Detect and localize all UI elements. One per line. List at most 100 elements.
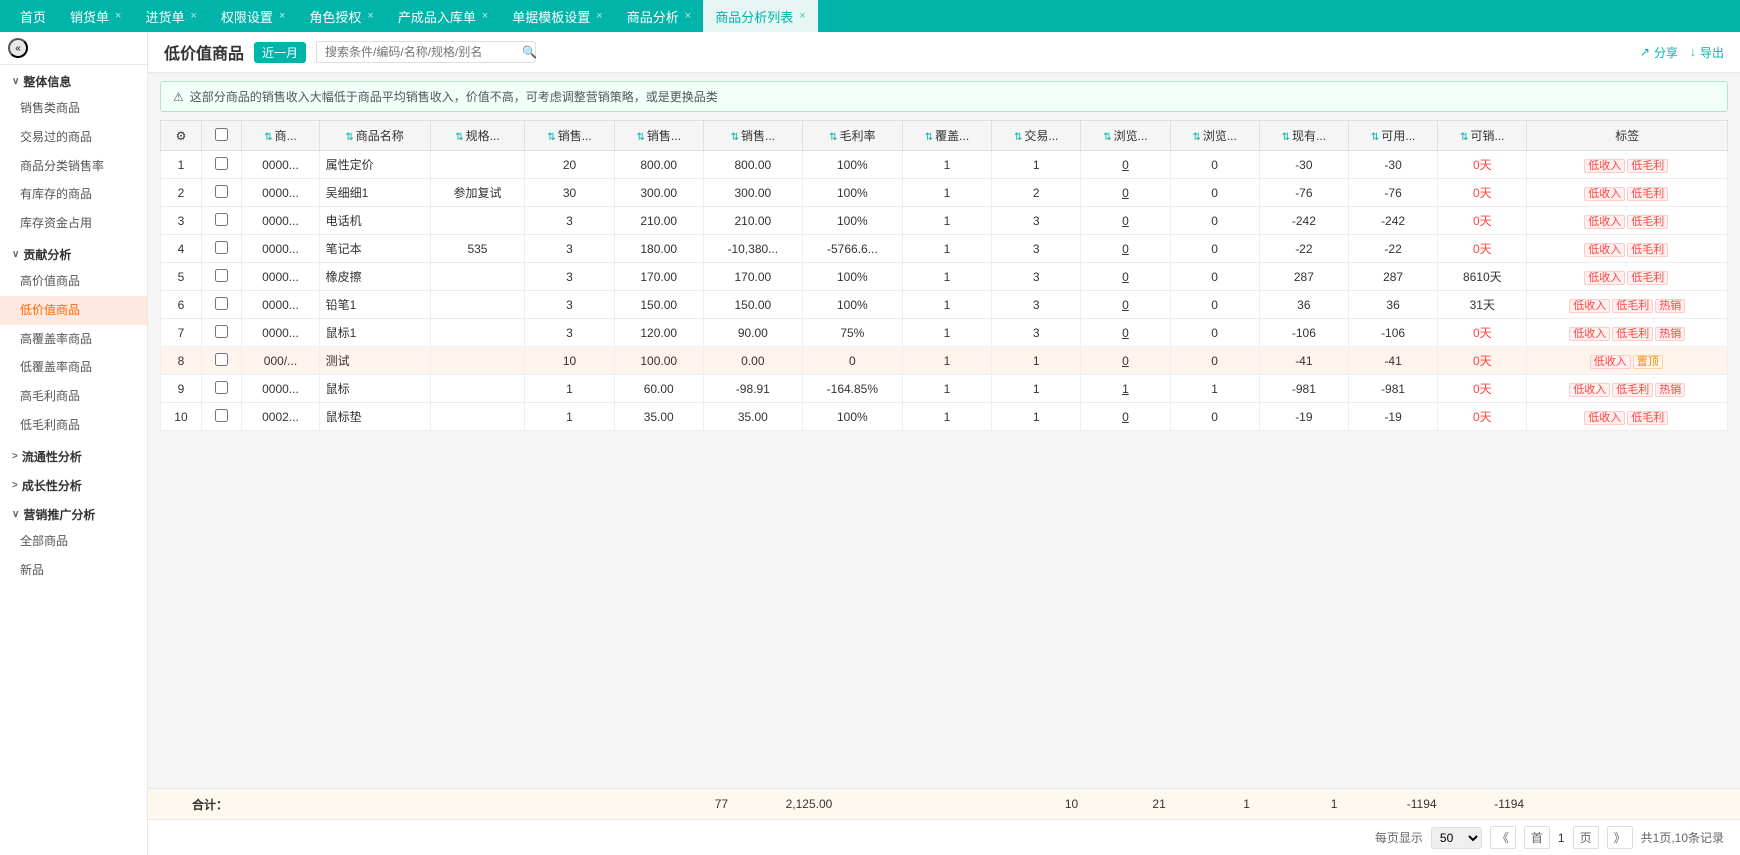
- export-button[interactable]: ↓ 导出: [1690, 44, 1724, 61]
- sidebar-item-销售类商品[interactable]: 销售类商品: [0, 94, 147, 123]
- nav-close-icon[interactable]: ×: [115, 10, 121, 22]
- row-select-checkbox[interactable]: [215, 213, 228, 226]
- nav-close-icon[interactable]: ×: [367, 10, 373, 22]
- sidebar-group-流通性分析[interactable]: > 流通性分析: [0, 440, 147, 469]
- tag-label: 低收入: [1584, 215, 1625, 229]
- sale-cost-col[interactable]: ⇅销售...: [703, 121, 802, 151]
- row-name: 测试: [319, 347, 430, 375]
- nav-close-icon[interactable]: ×: [685, 10, 691, 22]
- row-checkbox[interactable]: [201, 179, 241, 207]
- sidebar-group-整体信息[interactable]: ∨ 整体信息: [0, 65, 147, 94]
- row-browse1[interactable]: 0: [1081, 151, 1170, 179]
- sale-amount-col[interactable]: ⇅销售...: [614, 121, 703, 151]
- row-browse1[interactable]: 0: [1081, 319, 1170, 347]
- row-code: 0000...: [242, 151, 319, 179]
- row-spec: [430, 403, 525, 431]
- available-col[interactable]: ⇅可用...: [1348, 121, 1437, 151]
- current-stock-col[interactable]: ⇅现有...: [1259, 121, 1348, 151]
- row-name: 鼠标: [319, 375, 430, 403]
- row-checkbox[interactable]: [201, 235, 241, 263]
- row-select-checkbox[interactable]: [215, 353, 228, 366]
- nav-item-角色授权[interactable]: 角色授权×: [297, 0, 385, 32]
- cover-col[interactable]: ⇅覆盖...: [902, 121, 991, 151]
- gross-rate-col[interactable]: ⇅毛利率: [802, 121, 902, 151]
- last-page-button[interactable]: 》: [1607, 826, 1633, 849]
- nav-close-icon[interactable]: ×: [799, 10, 805, 22]
- nav-item-单据模板设置[interactable]: 单据模板设置×: [500, 0, 614, 32]
- browse2-col[interactable]: ⇅浏览...: [1170, 121, 1259, 151]
- nav-close-icon[interactable]: ×: [190, 10, 196, 22]
- sidebar-item-库存资金占用[interactable]: 库存资金占用: [0, 209, 147, 238]
- first-page-button[interactable]: 《: [1490, 826, 1516, 849]
- nav-item-商品分析[interactable]: 商品分析×: [615, 0, 703, 32]
- share-button[interactable]: ↗ 分享: [1640, 44, 1678, 61]
- row-select-checkbox[interactable]: [215, 325, 228, 338]
- prev-page-button[interactable]: 首: [1524, 826, 1550, 849]
- nav-item-首页[interactable]: 首页: [8, 0, 58, 32]
- name-col[interactable]: ⇅商品名称: [319, 121, 430, 151]
- nav-close-icon[interactable]: ×: [596, 10, 602, 22]
- row-select-checkbox[interactable]: [215, 269, 228, 282]
- sidebar-collapse-button[interactable]: «: [8, 38, 28, 58]
- row-select-checkbox[interactable]: [215, 409, 228, 422]
- select-all-checkbox[interactable]: [215, 128, 228, 141]
- sidebar-group-营销推广分析[interactable]: ∨ 营销推广分析: [0, 498, 147, 527]
- sidebar-item-高毛利商品[interactable]: 高毛利商品: [0, 382, 147, 411]
- row-checkbox[interactable]: [201, 207, 241, 235]
- row-browse1[interactable]: 0: [1081, 263, 1170, 291]
- row-browse1[interactable]: 1: [1081, 375, 1170, 403]
- row-checkbox[interactable]: [201, 319, 241, 347]
- row-select-checkbox[interactable]: [215, 185, 228, 198]
- row-browse1[interactable]: 0: [1081, 207, 1170, 235]
- sidebar-item-高覆盖率商品[interactable]: 高覆盖率商品: [0, 325, 147, 354]
- sidebar-item-新品[interactable]: 新品: [0, 556, 147, 585]
- checkbox-col[interactable]: [201, 121, 241, 151]
- code-col[interactable]: ⇅商...: [242, 121, 319, 151]
- row-browse1[interactable]: 0: [1081, 235, 1170, 263]
- search-icon[interactable]: 🔍: [522, 45, 537, 59]
- row-select-checkbox[interactable]: [215, 241, 228, 254]
- browse1-col[interactable]: ⇅浏览...: [1081, 121, 1170, 151]
- nav-close-icon[interactable]: ×: [279, 10, 285, 22]
- spec-col[interactable]: ⇅规格...: [430, 121, 525, 151]
- nav-close-icon[interactable]: ×: [482, 10, 488, 22]
- sidebar-item-全部商品[interactable]: 全部商品: [0, 527, 147, 556]
- nav-item-商品分析列表[interactable]: 商品分析列表×: [703, 0, 817, 32]
- nav-item-进货单[interactable]: 进货单×: [133, 0, 208, 32]
- row-checkbox[interactable]: [201, 375, 241, 403]
- sale-qty-col[interactable]: ⇅销售...: [525, 121, 614, 151]
- row-browse1[interactable]: 0: [1081, 291, 1170, 319]
- next-page-button[interactable]: 页: [1573, 826, 1599, 849]
- saleable-col[interactable]: ⇅可销...: [1438, 121, 1527, 151]
- sidebar-item-有库存的商品[interactable]: 有库存的商品: [0, 180, 147, 209]
- tag-label: 低收入: [1584, 187, 1625, 201]
- row-browse1[interactable]: 0: [1081, 403, 1170, 431]
- trade-col[interactable]: ⇅交易...: [992, 121, 1081, 151]
- sidebar-item-低毛利商品[interactable]: 低毛利商品: [0, 411, 147, 440]
- row-checkbox[interactable]: [201, 291, 241, 319]
- sidebar-item-商品分类销售率[interactable]: 商品分类销售率: [0, 152, 147, 181]
- period-tag-button[interactable]: 近一月: [254, 42, 306, 63]
- row-checkbox[interactable]: [201, 151, 241, 179]
- sidebar-group-贡献分析[interactable]: ∨ 贡献分析: [0, 238, 147, 267]
- row-checkbox[interactable]: [201, 347, 241, 375]
- row-checkbox[interactable]: [201, 263, 241, 291]
- sidebar-item-高价值商品[interactable]: 高价值商品: [0, 267, 147, 296]
- sidebar-item-交易过的商品[interactable]: 交易过的商品: [0, 123, 147, 152]
- row-cell-1: 100.00: [614, 347, 703, 375]
- row-checkbox[interactable]: [201, 403, 241, 431]
- sidebar-group-成长性分析[interactable]: > 成长性分析: [0, 469, 147, 498]
- sidebar-item-低价值商品[interactable]: 低价值商品: [0, 296, 147, 325]
- nav-item-销货单[interactable]: 销货单×: [58, 0, 133, 32]
- settings-col[interactable]: ⚙: [161, 121, 202, 151]
- row-select-checkbox[interactable]: [215, 381, 228, 394]
- page-size-select[interactable]: 50 100 200: [1431, 827, 1482, 849]
- row-browse1[interactable]: 0: [1081, 347, 1170, 375]
- sidebar-item-低覆盖率商品[interactable]: 低覆盖率商品: [0, 353, 147, 382]
- row-select-checkbox[interactable]: [215, 157, 228, 170]
- search-input[interactable]: [316, 41, 536, 63]
- nav-item-产成品入库单[interactable]: 产成品入库单×: [386, 0, 500, 32]
- row-browse1[interactable]: 0: [1081, 179, 1170, 207]
- row-select-checkbox[interactable]: [215, 297, 228, 310]
- nav-item-权限设置[interactable]: 权限设置×: [209, 0, 297, 32]
